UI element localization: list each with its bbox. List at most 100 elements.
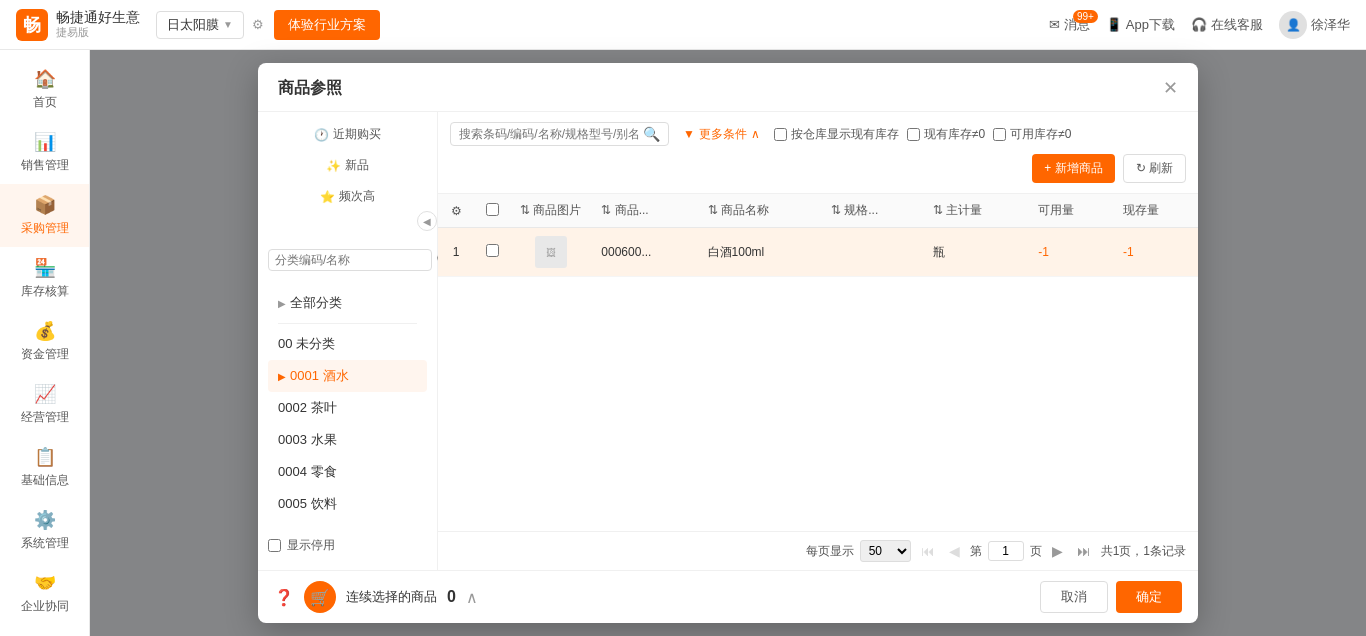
category-divider (278, 323, 417, 324)
sales-icon: 📊 (34, 131, 56, 153)
tab-new-products[interactable]: ✨ 新品 (268, 151, 427, 182)
logo-icon: 畅 (16, 9, 48, 41)
purchase-icon: 📦 (34, 194, 56, 216)
arrow-active-icon: ▶ (278, 371, 286, 382)
add-product-button[interactable]: + 新增商品 (1032, 154, 1114, 183)
prev-page-button[interactable]: ◀ (945, 543, 964, 559)
app-download-button[interactable]: 📱 App下载 (1106, 16, 1175, 34)
sidebar-item-basic-info[interactable]: 📋 基础信息 (0, 436, 89, 499)
show-disabled-label[interactable]: 显示停用 (287, 537, 335, 554)
col-header-available: 可用量 (1028, 194, 1113, 228)
show-disabled-checkbox[interactable] (268, 539, 281, 552)
category-all[interactable]: ▶ 全部分类 (268, 287, 427, 319)
select-all-checkbox[interactable] (486, 203, 499, 216)
product-search-input[interactable] (459, 127, 639, 141)
col-header-unit: ⇅ 主计量 (923, 194, 1028, 228)
col-sort-code[interactable]: ⇅ (601, 203, 611, 217)
industry-solution-button[interactable]: 体验行业方案 (274, 10, 380, 40)
col-header-gear: ⚙ (438, 194, 474, 228)
per-page-select[interactable]: 50 10 20 100 (860, 540, 911, 562)
category-beverage[interactable]: 0005 饮料 (268, 488, 427, 520)
category-search-input[interactable] (268, 249, 432, 271)
stock-nonzero-label: 现有库存≠0 (924, 126, 985, 143)
col-sort-spec[interactable]: ⇅ (831, 203, 841, 217)
sidebar-item-system[interactable]: ⚙️ 系统管理 (0, 499, 89, 562)
cart-label: 连续选择的商品 (346, 588, 437, 606)
online-service-button[interactable]: 🎧 在线客服 (1191, 16, 1263, 34)
available-nonzero-label: 可用库存≠0 (1010, 126, 1071, 143)
col-header-checkbox (474, 194, 510, 228)
messages-badge: 99+ (1073, 10, 1098, 23)
toolbar-right: + 新增商品 ↻ 刷新 (1032, 154, 1186, 183)
sidebar-item-guide[interactable]: 📖 新手引导 (0, 625, 89, 636)
modal-close-button[interactable]: ✕ (1163, 77, 1178, 99)
sidebar-item-home[interactable]: 🏠 首页 (0, 58, 89, 121)
collapse-left-panel-button[interactable]: ◀ (417, 211, 437, 231)
category-snack[interactable]: 0004 零食 (268, 456, 427, 488)
confirm-button[interactable]: 确定 (1116, 581, 1182, 613)
row-checkbox-cell (474, 228, 510, 277)
sidebar-item-operations[interactable]: 📈 经营管理 (0, 373, 89, 436)
category-fruit[interactable]: 0003 水果 (268, 424, 427, 456)
stock-nonzero-checkbox[interactable] (907, 128, 920, 141)
tab-recent-purchase[interactable]: 🕐 近期购买 (268, 120, 427, 151)
row-unit: 瓶 (923, 228, 1028, 277)
first-page-button[interactable]: ⏮ (917, 543, 939, 559)
help-icon[interactable]: ❓ (274, 588, 294, 607)
col-header-stock: 现存量 (1113, 194, 1198, 228)
tab-frequent[interactable]: ⭐ 频次高 (268, 182, 427, 213)
more-filters-button[interactable]: ▼ 更多条件 ∧ (677, 123, 766, 146)
modal-title: 商品参照 (278, 78, 342, 99)
user-menu[interactable]: 👤 徐泽华 (1279, 11, 1350, 39)
sidebar-item-sales[interactable]: 📊 销售管理 (0, 121, 89, 184)
footer-collapse-icon[interactable]: ∧ (466, 588, 478, 607)
row-stock: -1 (1113, 228, 1198, 277)
cart-button[interactable]: 🛒 (304, 581, 336, 613)
system-icon: ⚙️ (34, 509, 56, 531)
filter-checkbox-warehouse: 按仓库显示现有库存 (774, 126, 899, 143)
filter-checkbox-available-nonzero: 可用库存≠0 (993, 126, 1071, 143)
row-checkbox[interactable] (486, 244, 499, 257)
table-head: ⚙ ⇅ 商品图片 (438, 194, 1198, 228)
sidebar-item-purchase[interactable]: 📦 采购管理 (0, 184, 89, 247)
messages-button[interactable]: ✉ 消息 99+ (1049, 16, 1090, 34)
category-liquor[interactable]: ▶ 0001 酒水 (268, 360, 427, 392)
quick-tabs: 🕐 近期购买 (258, 120, 437, 151)
filter-icon: ▼ (683, 127, 695, 141)
pagination-summary: 共1页，1条记录 (1101, 543, 1186, 560)
per-page-label: 每页显示 (806, 543, 854, 560)
sidebar-item-enterprise[interactable]: 🤝 企业协同 (0, 562, 89, 625)
product-search-icon[interactable]: 🔍 (643, 126, 660, 142)
cart-count: 0 (447, 588, 456, 606)
product-table: ⚙ ⇅ 商品图片 (438, 194, 1198, 277)
col-sort-unit[interactable]: ⇅ (933, 203, 943, 217)
cancel-button[interactable]: 取消 (1040, 581, 1108, 613)
available-nonzero-checkbox[interactable] (993, 128, 1006, 141)
page-number-input[interactable] (988, 541, 1024, 561)
category-no-class[interactable]: 00 未分类 (268, 328, 427, 360)
settings-icon[interactable]: ⚙ (252, 17, 264, 32)
product-image: 🖼 (535, 236, 567, 268)
nav-right: ✉ 消息 99+ 📱 App下载 🎧 在线客服 👤 徐泽华 (1049, 11, 1350, 39)
category-tea[interactable]: 0002 茶叶 (268, 392, 427, 424)
sidebar-item-finance[interactable]: 💰 资金管理 (0, 310, 89, 373)
clock-icon: 🕐 (314, 128, 329, 142)
last-page-button[interactable]: ⏭ (1073, 543, 1095, 559)
sidebar-item-inventory[interactable]: 🏪 库存核算 (0, 247, 89, 310)
star-icon: ⭐ (320, 190, 335, 204)
quick-tabs-2: ✨ 新品 (258, 151, 437, 182)
chevron-down-icon: ▼ (223, 19, 233, 30)
row-available: -1 (1028, 228, 1113, 277)
category-water[interactable]: 0008 水 (268, 520, 427, 529)
warehouse-display-label: 按仓库显示现有库存 (791, 126, 899, 143)
right-panel: 🔍 ▼ 更多条件 ∧ 按仓库显示现有库存 (438, 112, 1198, 570)
refresh-button[interactable]: ↻ 刷新 (1123, 154, 1186, 183)
nav-selector[interactable]: 日太阳膜 ▼ (156, 11, 244, 39)
page-suffix: 页 (1030, 543, 1042, 560)
table-row[interactable]: 1 🖼 000600... 白酒100ml (438, 228, 1198, 277)
warehouse-display-checkbox[interactable] (774, 128, 787, 141)
col-header-img: ⇅ 商品图片 (510, 194, 591, 228)
filter-checkbox-stock-nonzero: 现有库存≠0 (907, 126, 985, 143)
next-page-button[interactable]: ▶ (1048, 543, 1067, 559)
col-sort-name[interactable]: ⇅ (708, 203, 718, 217)
